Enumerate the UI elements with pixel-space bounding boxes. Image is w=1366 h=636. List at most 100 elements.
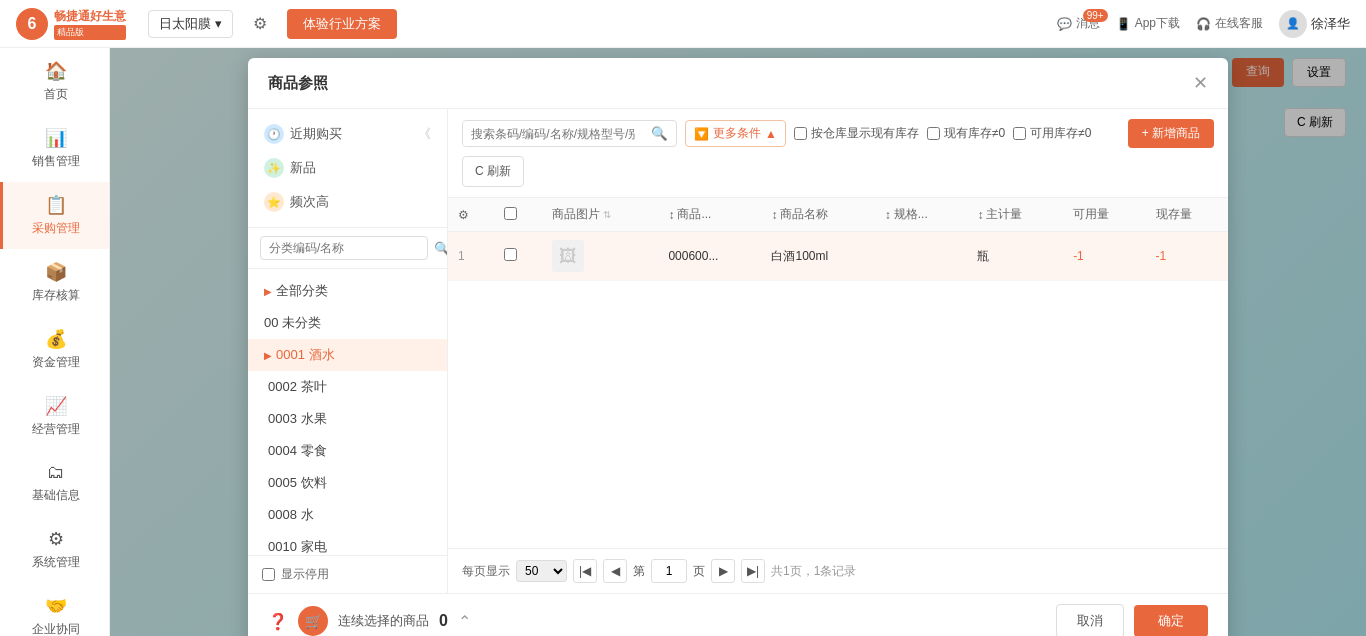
cancel-button[interactable]: 取消 (1056, 604, 1124, 636)
dialog-footer: ❓ 🛒 连续选择的商品 0 ⌃ 取消 确定 (248, 593, 1228, 636)
sidebar-item-enterprise[interactable]: 🤝 企业协同 (0, 583, 109, 636)
dialog-title: 商品参照 (268, 74, 328, 93)
table-row[interactable]: 1 🖼 000600... 白酒100ml 瓶 (448, 232, 1228, 281)
product-search-bar: 🔍 (462, 120, 677, 147)
sidebar-item-finance[interactable]: 💰 资金管理 (0, 316, 109, 383)
recent-icon: 🕐 (264, 124, 284, 144)
product-search-input[interactable] (463, 122, 643, 146)
category-item-water[interactable]: 0008 水 (248, 499, 447, 531)
prev-page-button[interactable]: ◀ (603, 559, 627, 583)
message-button[interactable]: 💬 消息 99+ (1057, 15, 1100, 32)
checkbox-available-nonzero[interactable]: 可用库存≠0 (1013, 125, 1091, 142)
new-product-item[interactable]: ✨ 新品 (248, 151, 447, 185)
settings-col-icon[interactable]: ⚙ (458, 208, 469, 222)
arrow-active-icon: ▶ (264, 350, 272, 361)
category-item-all[interactable]: ▶ 全部分类 (248, 275, 447, 307)
product-reference-dialog: 商品参照 ✕ 🕐 近期购买 《 ✨ (248, 58, 1228, 636)
store-selector[interactable]: 日太阳膜 ▾ (148, 10, 233, 38)
select-all-checkbox[interactable] (504, 207, 517, 220)
sidebar-item-system[interactable]: ⚙ 系统管理 (0, 516, 109, 583)
settings-icon[interactable]: ⚙ (245, 9, 275, 39)
sidebar-item-operation[interactable]: 📈 经营管理 (0, 383, 109, 450)
row-checkbox[interactable] (504, 248, 517, 261)
first-page-button[interactable]: |◀ (573, 559, 597, 583)
collapse-footer-icon[interactable]: ⌃ (458, 612, 471, 631)
cell-checkbox[interactable] (494, 232, 543, 281)
category-item-none[interactable]: 00 未分类 (248, 307, 447, 339)
category-search-icon[interactable]: 🔍 (434, 241, 448, 256)
product-table-container: ⚙ 商品图片⇅ ↕商品... ↕商品名称 ↕规格... ↕主计量 可用量 现存 (448, 198, 1228, 548)
category-search-input[interactable] (260, 236, 428, 260)
cell-image: 🖼 (542, 232, 658, 281)
user-menu[interactable]: 👤 徐泽华 (1279, 10, 1350, 38)
modal-overlay: 商品参照 ✕ 🕐 近期购买 《 ✨ (110, 48, 1366, 636)
th-available: 可用量 (1063, 198, 1145, 232)
topbar: 6 畅捷通好生意 精品版 日太阳膜 ▾ ⚙ 体验行业方案 💬 消息 99+ 📱 … (0, 0, 1366, 48)
main-content: 查询 设置 C 刷新 商品参照 ✕ (110, 48, 1366, 636)
sort-arrow-icon4: ↕ (977, 208, 983, 222)
category-item-tea[interactable]: 0002 茶叶 (248, 371, 447, 403)
headset-icon: 🎧 (1196, 17, 1211, 31)
cart-icon[interactable]: 🛒 (298, 606, 328, 636)
page-size-select[interactable]: 50 100 200 (516, 560, 567, 582)
sidebar-item-sales[interactable]: 📊 销售管理 (0, 115, 109, 182)
product-search-button[interactable]: 🔍 (643, 121, 676, 146)
more-filter-button[interactable]: 🔽 更多条件 ▲ (685, 120, 786, 147)
dialog-toolbar: 🔍 🔽 更多条件 ▲ 按仓库显示现有库存 (448, 109, 1228, 198)
chevron-up-icon: ▲ (765, 127, 777, 141)
available-nonzero-checkbox[interactable] (1013, 127, 1026, 140)
stock-nonzero-checkbox[interactable] (927, 127, 940, 140)
sort-icon: ⇅ (603, 209, 611, 220)
next-page-button[interactable]: ▶ (711, 559, 735, 583)
sales-icon: 📊 (45, 127, 67, 149)
th-settings[interactable]: ⚙ (448, 198, 494, 232)
finance-icon: 💰 (45, 328, 67, 350)
th-stock: 现存量 (1146, 198, 1228, 232)
th-image: 商品图片⇅ (542, 198, 658, 232)
warehouse-checkbox[interactable] (794, 127, 807, 140)
sidebar-item-basic[interactable]: 🗂 基础信息 (0, 450, 109, 516)
selected-count: 0 (439, 612, 448, 630)
topbar-right: 💬 消息 99+ 📱 App下载 🎧 在线客服 👤 徐泽华 (1057, 10, 1350, 38)
category-item-fruit[interactable]: 0003 水果 (248, 403, 447, 435)
th-name: ↕商品名称 (761, 198, 874, 232)
arrow-icon: ▶ (264, 286, 272, 297)
category-item-drink[interactable]: 0005 饮料 (248, 467, 447, 499)
sidebar-item-inventory[interactable]: 📦 库存核算 (0, 249, 109, 316)
message-badge: 99+ (1083, 9, 1108, 22)
show-disabled-checkbox[interactable] (262, 568, 275, 581)
collapse-icon[interactable]: 《 (418, 125, 431, 143)
checkbox-stock-nonzero[interactable]: 现有库存≠0 (927, 125, 1005, 142)
checkbox-warehouse[interactable]: 按仓库显示现有库存 (794, 125, 919, 142)
pagination-bar: 每页显示 50 100 200 |◀ ◀ 第 页 ▶ (448, 548, 1228, 593)
category-item-appliance[interactable]: 0010 家电 (248, 531, 447, 555)
sidebar-item-home[interactable]: 🏠 首页 (0, 48, 109, 115)
refresh-button[interactable]: C 刷新 (462, 156, 524, 187)
last-page-button[interactable]: ▶| (741, 559, 765, 583)
category-item-snack[interactable]: 0004 零食 (248, 435, 447, 467)
show-disabled-row[interactable]: 显示停用 (248, 555, 447, 593)
inventory-icon: 📦 (45, 261, 67, 283)
cell-available: -1 (1063, 232, 1145, 281)
dialog-body: 🕐 近期购买 《 ✨ 新品 ⭐ 频次高 (248, 109, 1228, 593)
new-product-icon: ✨ (264, 158, 284, 178)
category-item-liquor[interactable]: ▶ 0001 酒水 (248, 339, 447, 371)
close-icon[interactable]: ✕ (1193, 72, 1208, 94)
trial-button[interactable]: 体验行业方案 (287, 9, 397, 39)
table-header-row: ⚙ 商品图片⇅ ↕商品... ↕商品名称 ↕规格... ↕主计量 可用量 现存 (448, 198, 1228, 232)
product-table: ⚙ 商品图片⇅ ↕商品... ↕商品名称 ↕规格... ↕主计量 可用量 现存 (448, 198, 1228, 281)
recent-purchase-item[interactable]: 🕐 近期购买 《 (248, 117, 447, 151)
left-panel: 🕐 近期购买 《 ✨ 新品 ⭐ 频次高 (248, 109, 448, 593)
frequent-item[interactable]: ⭐ 频次高 (248, 185, 447, 219)
cell-stock: -1 (1146, 232, 1228, 281)
chevron-down-icon: ▾ (215, 16, 222, 31)
add-product-button[interactable]: + 新增商品 (1128, 119, 1214, 148)
confirm-button[interactable]: 确定 (1134, 605, 1208, 636)
online-service-button[interactable]: 🎧 在线客服 (1196, 15, 1263, 32)
sidebar-item-purchase[interactable]: 📋 采购管理 (0, 182, 109, 249)
help-icon[interactable]: ❓ (268, 612, 288, 631)
cell-code: 000600... (658, 232, 761, 281)
app-download-button[interactable]: 📱 App下载 (1116, 15, 1180, 32)
sidebar: 🏠 首页 📊 销售管理 📋 采购管理 📦 库存核算 💰 资金管理 📈 经营管理 … (0, 48, 110, 636)
page-number-input[interactable] (651, 559, 687, 583)
